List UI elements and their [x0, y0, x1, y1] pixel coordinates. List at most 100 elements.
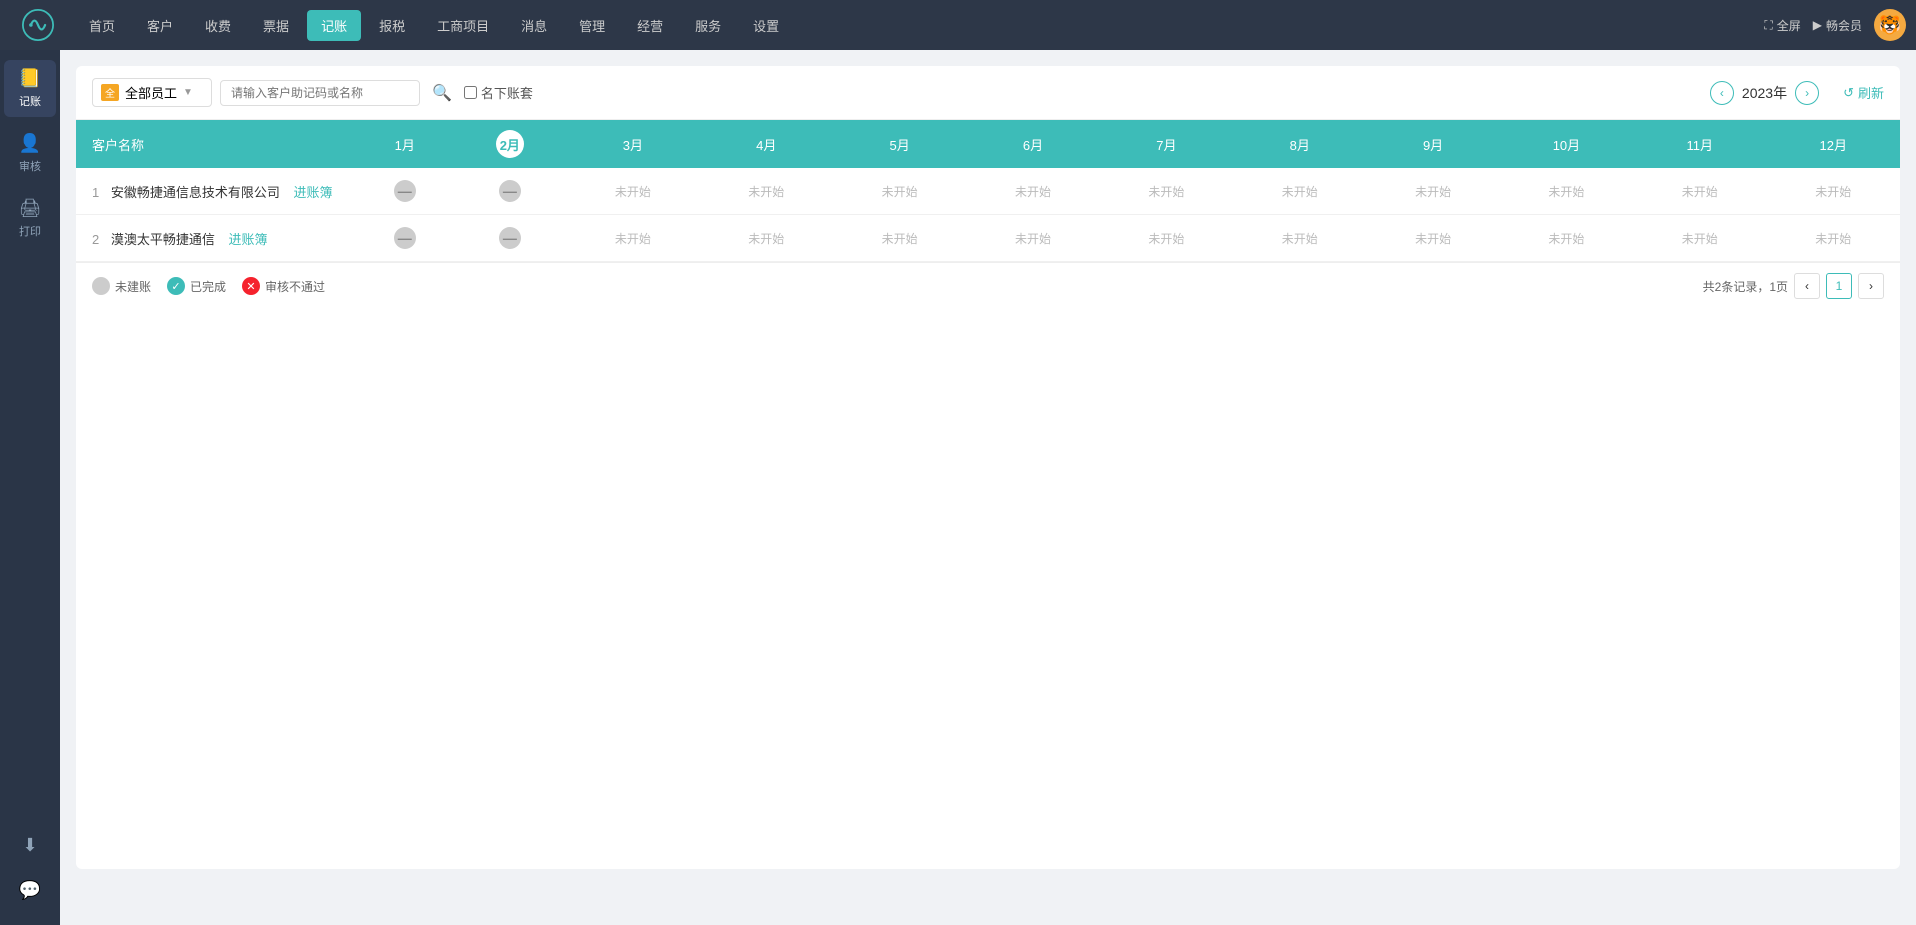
not-started-label: 未开始 — [615, 232, 651, 246]
download-icon: ⬇ — [22, 835, 37, 856]
content-card: 全 全部员工 ▼ 🔍 名下账套 ‹ 2023年 › ↺ 刷新 — [76, 66, 1900, 869]
vip-button[interactable]: ▶ 畅会员 — [1813, 17, 1862, 34]
next-year-button[interactable]: › — [1795, 81, 1819, 105]
not-started-label: 未开始 — [882, 232, 918, 246]
nav-invoice[interactable]: 票据 — [249, 10, 303, 41]
sidebar-item-review-label: 审核 — [19, 158, 41, 174]
nav-settings[interactable]: 设置 — [739, 10, 793, 41]
chevron-down-icon: ▼ — [183, 87, 193, 98]
sidebar-bottom: ⬇ 💬 — [4, 827, 56, 909]
table-header-row: 客户名称 1月 2月 3月 4月 5月 6月 7月 8月 9月 — [76, 120, 1900, 168]
nav-fee[interactable]: 收费 — [191, 10, 245, 41]
not-started-label: 未开始 — [615, 185, 651, 199]
month-cell-4: 未开始 — [700, 215, 833, 262]
month-cell-5: 未开始 — [833, 215, 966, 262]
nav-message[interactable]: 消息 — [507, 10, 561, 41]
prev-year-button[interactable]: ‹ — [1710, 81, 1734, 105]
next-page-button[interactable]: › — [1858, 273, 1884, 299]
chat-icon: 💬 — [19, 880, 41, 901]
active-month-circle: 2月 — [496, 130, 524, 158]
company-name: 漠澳太平畅捷通信 — [111, 232, 215, 247]
sidebar-item-accounting[interactable]: 📒 记账 — [4, 60, 56, 117]
nav-customer[interactable]: 客户 — [133, 10, 187, 41]
sidebar-item-review[interactable]: 👤 审核 — [4, 125, 56, 182]
status-circle: — — [499, 180, 521, 202]
my-accounts-checkbox[interactable] — [464, 86, 477, 99]
enter-link[interactable]: 进账簿 — [294, 185, 333, 200]
month-cell-9: 未开始 — [1366, 215, 1499, 262]
enter-link[interactable]: 进账簿 — [229, 232, 268, 247]
col-header-nov: 11月 — [1633, 120, 1766, 168]
legend-label-completed: 已完成 — [190, 278, 226, 295]
month-cell-12: 未开始 — [1766, 215, 1900, 262]
pagination: 共2条记录，1页 ‹ 1 › — [1703, 273, 1884, 299]
status-circle: — — [394, 180, 416, 202]
row-name-cell: 2 漠澳太平畅捷通信 进账簿 — [76, 215, 356, 262]
col-header-apr: 4月 — [700, 120, 833, 168]
col-header-jun: 6月 — [966, 120, 1099, 168]
not-started-label: 未开始 — [1148, 185, 1184, 199]
nav-manage[interactable]: 管理 — [565, 10, 619, 41]
month-cell-8: 未开始 — [1233, 215, 1366, 262]
status-circle: — — [499, 227, 521, 249]
nav-service[interactable]: 服务 — [681, 10, 735, 41]
nav-operation[interactable]: 经营 — [623, 10, 677, 41]
not-started-label: 未开始 — [1415, 185, 1451, 199]
sidebar-item-print[interactable]: 🖨 打印 — [4, 190, 56, 247]
not-started-label: 未开始 — [1015, 185, 1051, 199]
sidebar: 📒 记账 👤 审核 🖨 打印 ⬇ 💬 — [0, 50, 60, 925]
year-nav: ‹ 2023年 › — [1710, 81, 1819, 105]
not-started-label: 未开始 — [1015, 232, 1051, 246]
row-number: 1 — [92, 185, 99, 200]
search-button[interactable]: 🔍 — [428, 79, 456, 107]
col-header-mar: 3月 — [566, 120, 699, 168]
checkbox-text: 名下账套 — [481, 83, 533, 102]
review-icon: 👤 — [19, 133, 41, 154]
sidebar-item-print-label: 打印 — [19, 223, 41, 239]
fullscreen-button[interactable]: ⛶ 全屏 — [1764, 17, 1800, 34]
sidebar-item-download[interactable]: ⬇ — [4, 827, 56, 864]
row-name-cell: 1 安徽畅捷通信息技术有限公司 进账簿 — [76, 168, 356, 215]
status-circle: — — [394, 227, 416, 249]
main-content: 全 全部员工 ▼ 🔍 名下账套 ‹ 2023年 › ↺ 刷新 — [60, 50, 1916, 925]
nav-accounting[interactable]: 记账 — [307, 10, 361, 41]
sidebar-item-chat[interactable]: 💬 — [4, 872, 56, 909]
month-cell-2: — — [453, 168, 566, 215]
legend-completed: ✓ 已完成 — [167, 277, 226, 295]
search-input[interactable] — [220, 80, 420, 106]
nav-tax[interactable]: 报税 — [365, 10, 419, 41]
layout: 📒 记账 👤 审核 🖨 打印 ⬇ 💬 全 全部员工 — [0, 50, 1916, 925]
month-cell-3: 未开始 — [566, 215, 699, 262]
refresh-button[interactable]: ↺ 刷新 — [1843, 83, 1884, 102]
table-row: 2 漠澳太平畅捷通信 进账簿 — — 未开始 未开始 未开始 未开始 未开始 未开始 未开始 未开… — [76, 215, 1900, 262]
nav-business[interactable]: 工商项目 — [423, 10, 503, 41]
prev-page-button[interactable]: ‹ — [1794, 273, 1820, 299]
month-cell-5: 未开始 — [833, 168, 966, 215]
col-header-oct: 10月 — [1500, 120, 1633, 168]
month-cell-6: 未开始 — [966, 168, 1099, 215]
col-header-name: 客户名称 — [76, 120, 356, 168]
month-cell-4: 未开始 — [700, 168, 833, 215]
month-cell-7: 未开始 — [1100, 168, 1233, 215]
toolbar: 全 全部员工 ▼ 🔍 名下账套 ‹ 2023年 › ↺ 刷新 — [76, 66, 1900, 120]
year-display: 2023年 — [1742, 83, 1787, 103]
nav-home[interactable]: 首页 — [75, 10, 129, 41]
refresh-icon: ↺ — [1843, 85, 1854, 101]
not-started-label: 未开始 — [1548, 232, 1584, 246]
col-header-may: 5月 — [833, 120, 966, 168]
not-started-label: 未开始 — [1282, 232, 1318, 246]
legend-not-built: 未建账 — [92, 277, 151, 295]
main-table: 客户名称 1月 2月 3月 4月 5月 6月 7月 8月 9月 — [76, 120, 1900, 262]
col-header-feb: 2月 — [453, 120, 566, 168]
accounting-icon: 📒 — [19, 68, 41, 89]
legend-dot-red: ✕ — [242, 277, 260, 295]
employee-select[interactable]: 全 全部员工 ▼ — [92, 78, 212, 107]
month-cell-6: 未开始 — [966, 215, 1099, 262]
month-cell-1: — — [356, 168, 453, 215]
company-name: 安徽畅捷通信息技术有限公司 — [111, 185, 280, 200]
avatar[interactable]: 🐯 — [1874, 9, 1906, 41]
employee-icon: 全 — [101, 84, 119, 101]
legend-rejected: ✕ 审核不通过 — [242, 277, 325, 295]
checkbox-label[interactable]: 名下账套 — [464, 83, 533, 102]
table-wrapper: 客户名称 1月 2月 3月 4月 5月 6月 7月 8月 9月 — [76, 120, 1900, 262]
